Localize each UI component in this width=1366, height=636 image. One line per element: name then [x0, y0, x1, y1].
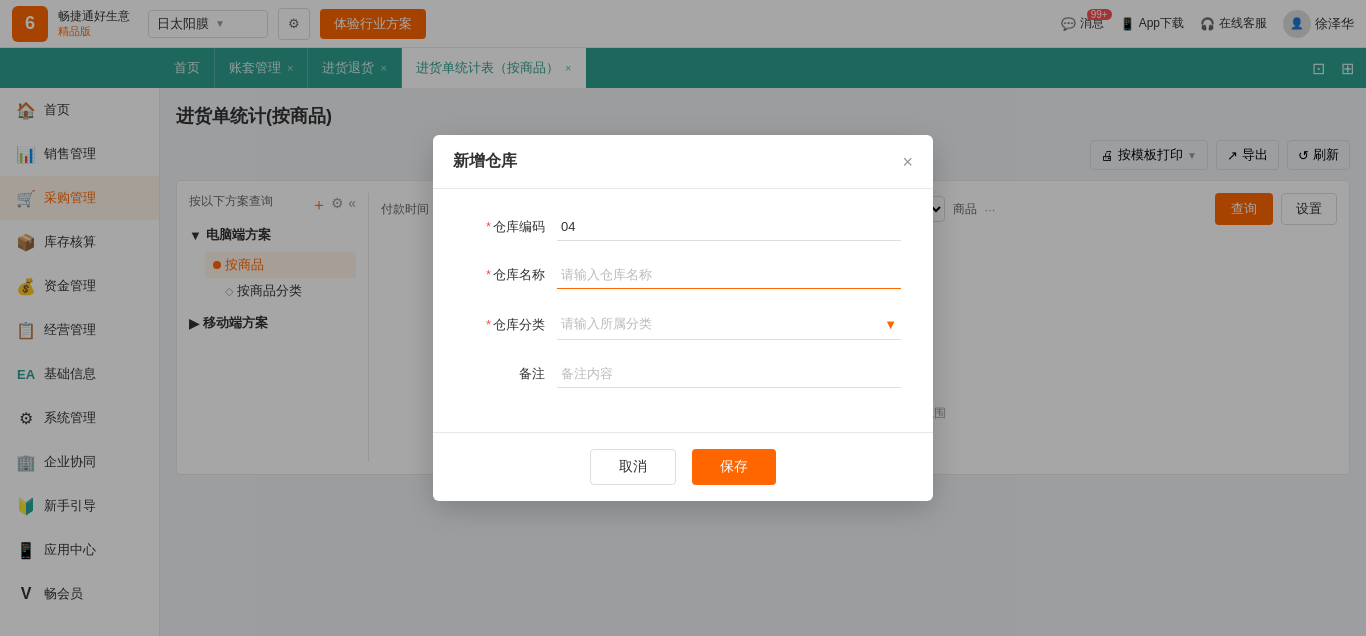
- code-input[interactable]: [557, 213, 901, 241]
- add-warehouse-modal: 新增仓库 × *仓库编码 *仓库名称 *仓库分类: [433, 135, 933, 501]
- code-label: *仓库编码: [465, 218, 545, 236]
- note-input[interactable]: [557, 360, 901, 388]
- form-row-name: *仓库名称: [465, 261, 901, 289]
- form-row-category: *仓库分类 请输入所属分类 ▼: [465, 309, 901, 340]
- save-button[interactable]: 保存: [692, 449, 776, 485]
- modal-overlay[interactable]: 新增仓库 × *仓库编码 *仓库名称 *仓库分类: [0, 0, 1366, 636]
- note-label: 备注: [465, 365, 545, 383]
- category-dropdown-icon: ▼: [884, 317, 897, 332]
- modal-close-button[interactable]: ×: [902, 153, 913, 171]
- modal-title: 新增仓库: [453, 151, 517, 172]
- form-row-code: *仓库编码: [465, 213, 901, 241]
- modal-footer: 取消 保存: [433, 432, 933, 501]
- category-label: *仓库分类: [465, 316, 545, 334]
- category-select[interactable]: 请输入所属分类 ▼: [557, 309, 901, 340]
- cancel-button[interactable]: 取消: [590, 449, 676, 485]
- name-input[interactable]: [557, 261, 901, 289]
- modal-header: 新增仓库 ×: [433, 135, 933, 189]
- name-label: *仓库名称: [465, 266, 545, 284]
- modal-body: *仓库编码 *仓库名称 *仓库分类 请输入所属分类 ▼: [433, 189, 933, 432]
- form-row-note: 备注: [465, 360, 901, 388]
